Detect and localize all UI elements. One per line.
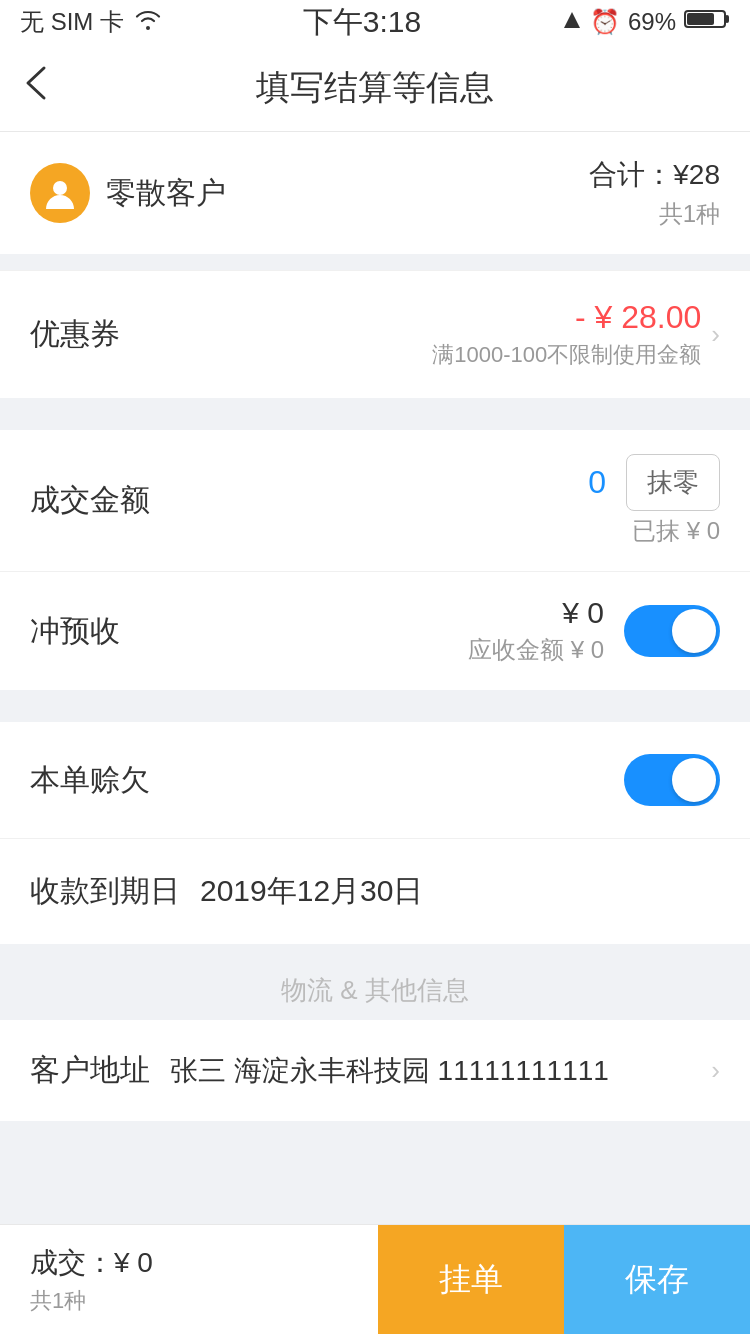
status-bar: 无 SIM 卡 下午3:18 ⏰ 69%: [0, 0, 750, 44]
prepay-toggle[interactable]: [624, 605, 720, 657]
battery-label: 69%: [628, 8, 676, 36]
customer-total: 合计：¥28 共1种: [589, 156, 720, 230]
debt-section: 本单赊欠 收款到期日 2019年12月30日: [0, 722, 750, 944]
logistics-divider: 物流 & 其他信息: [0, 960, 750, 1020]
prepay-row: 冲预收 ¥ 0 应收金额 ¥ 0: [0, 572, 750, 690]
coupon-section: 优惠券 - ¥ 28.00 满1000-100不限制使用金额 ›: [0, 270, 750, 398]
deal-amount-bottom: ¥ 0: [114, 1247, 153, 1278]
svg-point-3: [53, 181, 67, 195]
address-value: 张三 海淀永丰科技园 11111111111: [170, 1052, 711, 1090]
content: 零散客户 合计：¥28 共1种 优惠券 - ¥ 28.00 满1000-100不…: [0, 132, 750, 1257]
location-icon: [562, 8, 582, 36]
coupon-label: 优惠券: [30, 314, 120, 355]
bottom-bar: 成交：¥ 0 共1种 挂单 保存: [0, 1224, 750, 1334]
coupon-row[interactable]: 优惠券 - ¥ 28.00 满1000-100不限制使用金额 ›: [0, 270, 750, 398]
coupon-discount: - ¥ 28.00: [432, 299, 701, 336]
coupon-right: - ¥ 28.00 满1000-100不限制使用金额 ›: [432, 299, 720, 370]
save-button[interactable]: 保存: [564, 1225, 750, 1335]
customer-section: 零散客户 合计：¥28 共1种: [0, 132, 750, 254]
no-sim-label: 无 SIM 卡: [20, 6, 124, 38]
address-row[interactable]: 客户地址 张三 海淀永丰科技园 11111111111 ›: [0, 1020, 750, 1121]
prepay-toggle-knob: [672, 609, 716, 653]
deal-amount-row: 成交金额 0 抹零 已抹 ¥ 0: [0, 430, 750, 572]
total-count-label: 共1种: [589, 198, 720, 230]
divider-1: [0, 414, 750, 430]
wifi-icon: [134, 8, 162, 36]
nav-bar: 填写结算等信息: [0, 44, 750, 132]
page-title: 填写结算等信息: [256, 65, 494, 111]
deal-section: 成交金额 0 抹零 已抹 ¥ 0 冲预收 ¥ 0 应收金额 ¥ 0: [0, 430, 750, 690]
address-label: 客户地址: [30, 1050, 150, 1091]
deal-amount-value: 0: [546, 464, 606, 501]
customer-left: 零散客户: [30, 163, 226, 223]
svg-rect-1: [725, 15, 729, 23]
coupon-info: - ¥ 28.00 满1000-100不限制使用金额: [432, 299, 701, 370]
status-right: ⏰ 69%: [562, 8, 730, 36]
debt-row: 本单赊欠: [0, 722, 750, 838]
deal-amount-sub: 已抹 ¥ 0: [546, 515, 720, 547]
customer-row: 零散客户 合计：¥28 共1种: [0, 132, 750, 254]
due-date-label: 收款到期日: [30, 871, 180, 912]
round-zero-button[interactable]: 抹零: [626, 454, 720, 511]
address-section: 客户地址 张三 海淀永丰科技园 11111111111 ›: [0, 1020, 750, 1121]
alarm-icon: ⏰: [590, 8, 620, 36]
divider-2: [0, 706, 750, 722]
debt-toggle-knob: [672, 758, 716, 802]
due-date-value: 2019年12月30日: [200, 871, 423, 912]
prepay-right: ¥ 0 应收金额 ¥ 0: [468, 596, 604, 666]
hang-order-button[interactable]: 挂单: [378, 1225, 564, 1335]
address-chevron-icon: ›: [711, 1055, 720, 1086]
debt-toggle[interactable]: [624, 754, 720, 806]
logistics-label: 物流 & 其他信息: [281, 973, 469, 1008]
back-button[interactable]: [24, 64, 48, 111]
deal-text: 成交：: [30, 1247, 114, 1278]
coupon-desc: 满1000-100不限制使用金额: [432, 340, 701, 370]
status-left: 无 SIM 卡: [20, 6, 162, 38]
bottom-deal-label: 成交：¥ 0: [30, 1244, 348, 1282]
battery-icon: [684, 8, 730, 36]
coupon-chevron-icon: ›: [711, 319, 720, 350]
bottom-summary: 成交：¥ 0 共1种: [0, 1244, 378, 1316]
total-amount-label: 合计：¥28: [589, 156, 720, 194]
status-time: 下午3:18: [303, 2, 421, 43]
debt-label: 本单赊欠: [30, 760, 150, 801]
prepay-amount: ¥ 0: [468, 596, 604, 630]
svg-rect-2: [687, 13, 714, 25]
customer-name: 零散客户: [106, 173, 226, 214]
deal-amount-label: 成交金额: [30, 480, 150, 521]
prepay-label: 冲预收: [30, 611, 120, 652]
prepay-sub: 应收金额 ¥ 0: [468, 634, 604, 666]
due-date-row: 收款到期日 2019年12月30日: [0, 838, 750, 944]
customer-avatar: [30, 163, 90, 223]
bottom-count: 共1种: [30, 1286, 348, 1316]
